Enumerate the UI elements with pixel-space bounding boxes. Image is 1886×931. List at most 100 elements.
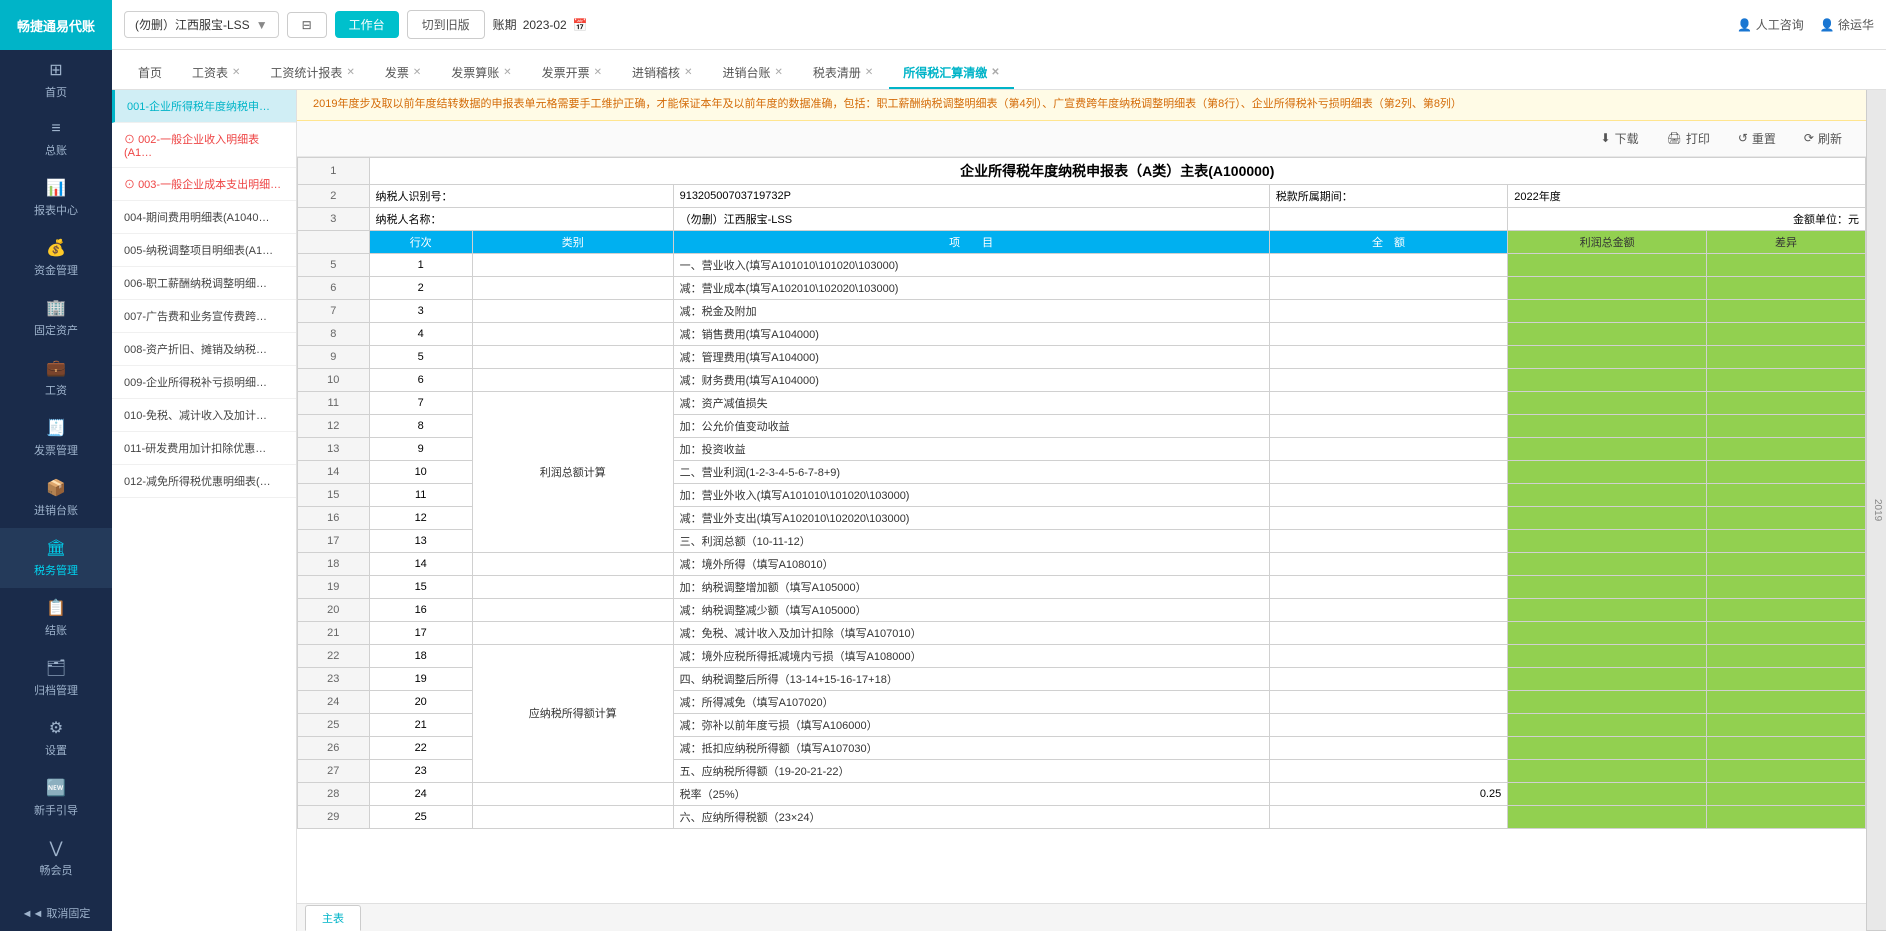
sidebar-item-salary[interactable]: 💼 工资 <box>0 348 112 408</box>
cell-amount[interactable] <box>1269 483 1507 506</box>
cell-line[interactable]: 3 <box>369 299 472 322</box>
cell-amount[interactable] <box>1269 759 1507 782</box>
cell-amount[interactable] <box>1269 276 1507 299</box>
year-2016[interactable]: 2016 <box>1866 90 1869 931</box>
tab-tax-table[interactable]: 税表清册 ✕ <box>799 58 887 89</box>
cell-amount[interactable] <box>1269 667 1507 690</box>
cell-profit[interactable] <box>1508 437 1707 460</box>
sidebar-item-fixed[interactable]: 🏢 固定资产 <box>0 288 112 348</box>
tab-income-tax[interactable]: 所得税汇算清缴 ✕ <box>889 58 1013 89</box>
form-list-item-004[interactable]: 004-期间费用明细表(A1040… <box>112 201 296 234</box>
tab-invoice[interactable]: 发票 ✕ <box>371 58 435 89</box>
cell-line[interactable]: 23 <box>369 759 472 782</box>
tab-main-table[interactable]: 主表 <box>305 905 361 931</box>
close-icon[interactable]: ✕ <box>991 67 999 78</box>
tab-salary-report[interactable]: 工资统计报表 ✕ <box>256 58 368 89</box>
cell-amount[interactable] <box>1269 299 1507 322</box>
cell-profit[interactable] <box>1508 345 1707 368</box>
form-list-item-009[interactable]: 009-企业所得税补亏损明细… <box>112 366 296 399</box>
cell-profit[interactable] <box>1508 299 1707 322</box>
cell-line[interactable]: 9 <box>369 437 472 460</box>
cell-amount[interactable] <box>1269 460 1507 483</box>
cell-profit[interactable] <box>1508 621 1707 644</box>
cell-line[interactable]: 12 <box>369 506 472 529</box>
cell-profit[interactable] <box>1508 483 1707 506</box>
cell-line[interactable]: 15 <box>369 575 472 598</box>
sidebar-item-guide[interactable]: 🆕 新手引导 <box>0 768 112 828</box>
cell-amount[interactable] <box>1269 529 1507 552</box>
download-button[interactable]: ⬇ 下载 <box>1593 127 1647 150</box>
sidebar-item-settle[interactable]: 📋 结账 <box>0 588 112 648</box>
sidebar-item-asset[interactable]: 💰 资金管理 <box>0 228 112 288</box>
cell-line[interactable]: 14 <box>369 552 472 575</box>
cell-profit[interactable] <box>1508 460 1707 483</box>
form-list-item-005[interactable]: 005-纳税调整项目明细表(A1… <box>112 234 296 267</box>
year-2019[interactable]: 2019 <box>1869 90 1886 931</box>
cell-amount[interactable] <box>1269 414 1507 437</box>
form-list-item-008[interactable]: 008-资产折旧、摊销及纳税… <box>112 333 296 366</box>
tab-salary[interactable]: 工资表 ✕ <box>178 58 254 89</box>
tab-audit[interactable]: 进销稽核 ✕ <box>618 58 706 89</box>
company-selector[interactable]: (勿删）江西服宝-LSS ▼ <box>124 11 279 38</box>
cell-profit[interactable] <box>1508 759 1707 782</box>
cell-line[interactable]: 8 <box>369 414 472 437</box>
sidebar-item-tax[interactable]: 🏛 税务管理 <box>0 528 112 588</box>
form-list-item-010[interactable]: 010-免税、减计收入及加计… <box>112 399 296 432</box>
cell-profit[interactable] <box>1508 322 1707 345</box>
cell-profit[interactable] <box>1508 667 1707 690</box>
form-list-item-001[interactable]: 001-企业所得税年度纳税申… <box>112 90 296 123</box>
cell-amount[interactable] <box>1269 805 1507 828</box>
cell-profit[interactable] <box>1508 598 1707 621</box>
form-list-item-011[interactable]: 011-研发费用加计扣除优惠… <box>112 432 296 465</box>
cell-amount[interactable] <box>1269 736 1507 759</box>
refresh-button[interactable]: ⟳ 刷新 <box>1796 127 1850 150</box>
sidebar-item-member[interactable]: ⋁ 畅会员 <box>0 828 112 888</box>
cell-line[interactable]: 16 <box>369 598 472 621</box>
cell-amount[interactable] <box>1269 437 1507 460</box>
close-icon[interactable]: ✕ <box>865 67 873 78</box>
sidebar-item-settings[interactable]: ⚙ 设置 <box>0 708 112 768</box>
tab-invoice-calc[interactable]: 发票算账 ✕ <box>437 58 525 89</box>
cell-profit[interactable] <box>1508 253 1707 276</box>
form-list-item-012[interactable]: 012-减免所得税优惠明细表(… <box>112 465 296 498</box>
consult-button[interactable]: 👤 人工咨询 <box>1737 16 1803 33</box>
close-icon[interactable]: ✕ <box>774 67 782 78</box>
form-list-item-003[interactable]: ⊙ 003-一般企业成本支出明细… <box>112 168 296 201</box>
close-icon[interactable]: ✕ <box>413 67 421 78</box>
cell-line[interactable]: 17 <box>369 621 472 644</box>
cell-line[interactable]: 5 <box>369 345 472 368</box>
cell-line[interactable]: 2 <box>369 276 472 299</box>
cell-profit[interactable] <box>1508 391 1707 414</box>
cell-line[interactable]: 20 <box>369 690 472 713</box>
cell-amount[interactable] <box>1269 713 1507 736</box>
cell-profit[interactable] <box>1508 690 1707 713</box>
close-icon[interactable]: ✕ <box>232 67 240 78</box>
tab-purchase-ledger[interactable]: 进销台账 ✕ <box>708 58 796 89</box>
cell-profit[interactable] <box>1508 506 1707 529</box>
close-icon[interactable]: ✕ <box>594 67 602 78</box>
cell-amount[interactable] <box>1269 598 1507 621</box>
reset-button[interactable]: ↺ 重置 <box>1730 127 1784 150</box>
cell-profit[interactable] <box>1508 736 1707 759</box>
cell-amount[interactable] <box>1269 253 1507 276</box>
cell-profit[interactable] <box>1508 713 1707 736</box>
cell-line[interactable]: 10 <box>369 460 472 483</box>
sidebar-item-home[interactable]: ⊞ 首页 <box>0 50 112 110</box>
sidebar-item-ledger[interactable]: ≡ 总账 <box>0 110 112 168</box>
cell-amount[interactable] <box>1269 644 1507 667</box>
cell-amount[interactable] <box>1269 621 1507 644</box>
form-list-item-002[interactable]: ⊙ 002-一般企业收入明细表(A1… <box>112 123 296 168</box>
cell-profit[interactable] <box>1508 782 1707 805</box>
switch-old-button[interactable]: 切到旧版 <box>407 10 485 39</box>
cell-line[interactable]: 1 <box>369 253 472 276</box>
spreadsheet-container[interactable]: 1 企业所得税年度纳税申报表（A类）主表(A100000) 2 纳税人识别号： … <box>297 157 1866 903</box>
cell-amount[interactable] <box>1269 506 1507 529</box>
cell-line[interactable]: 7 <box>369 391 472 414</box>
unpin-button[interactable]: ◄◄ 取消固定 <box>0 895 112 931</box>
cell-profit[interactable] <box>1508 368 1707 391</box>
cell-line[interactable]: 18 <box>369 644 472 667</box>
cell-profit[interactable] <box>1508 414 1707 437</box>
cell-profit[interactable] <box>1508 575 1707 598</box>
cell-profit[interactable] <box>1508 552 1707 575</box>
tab-invoice-open[interactable]: 发票开票 ✕ <box>528 58 616 89</box>
